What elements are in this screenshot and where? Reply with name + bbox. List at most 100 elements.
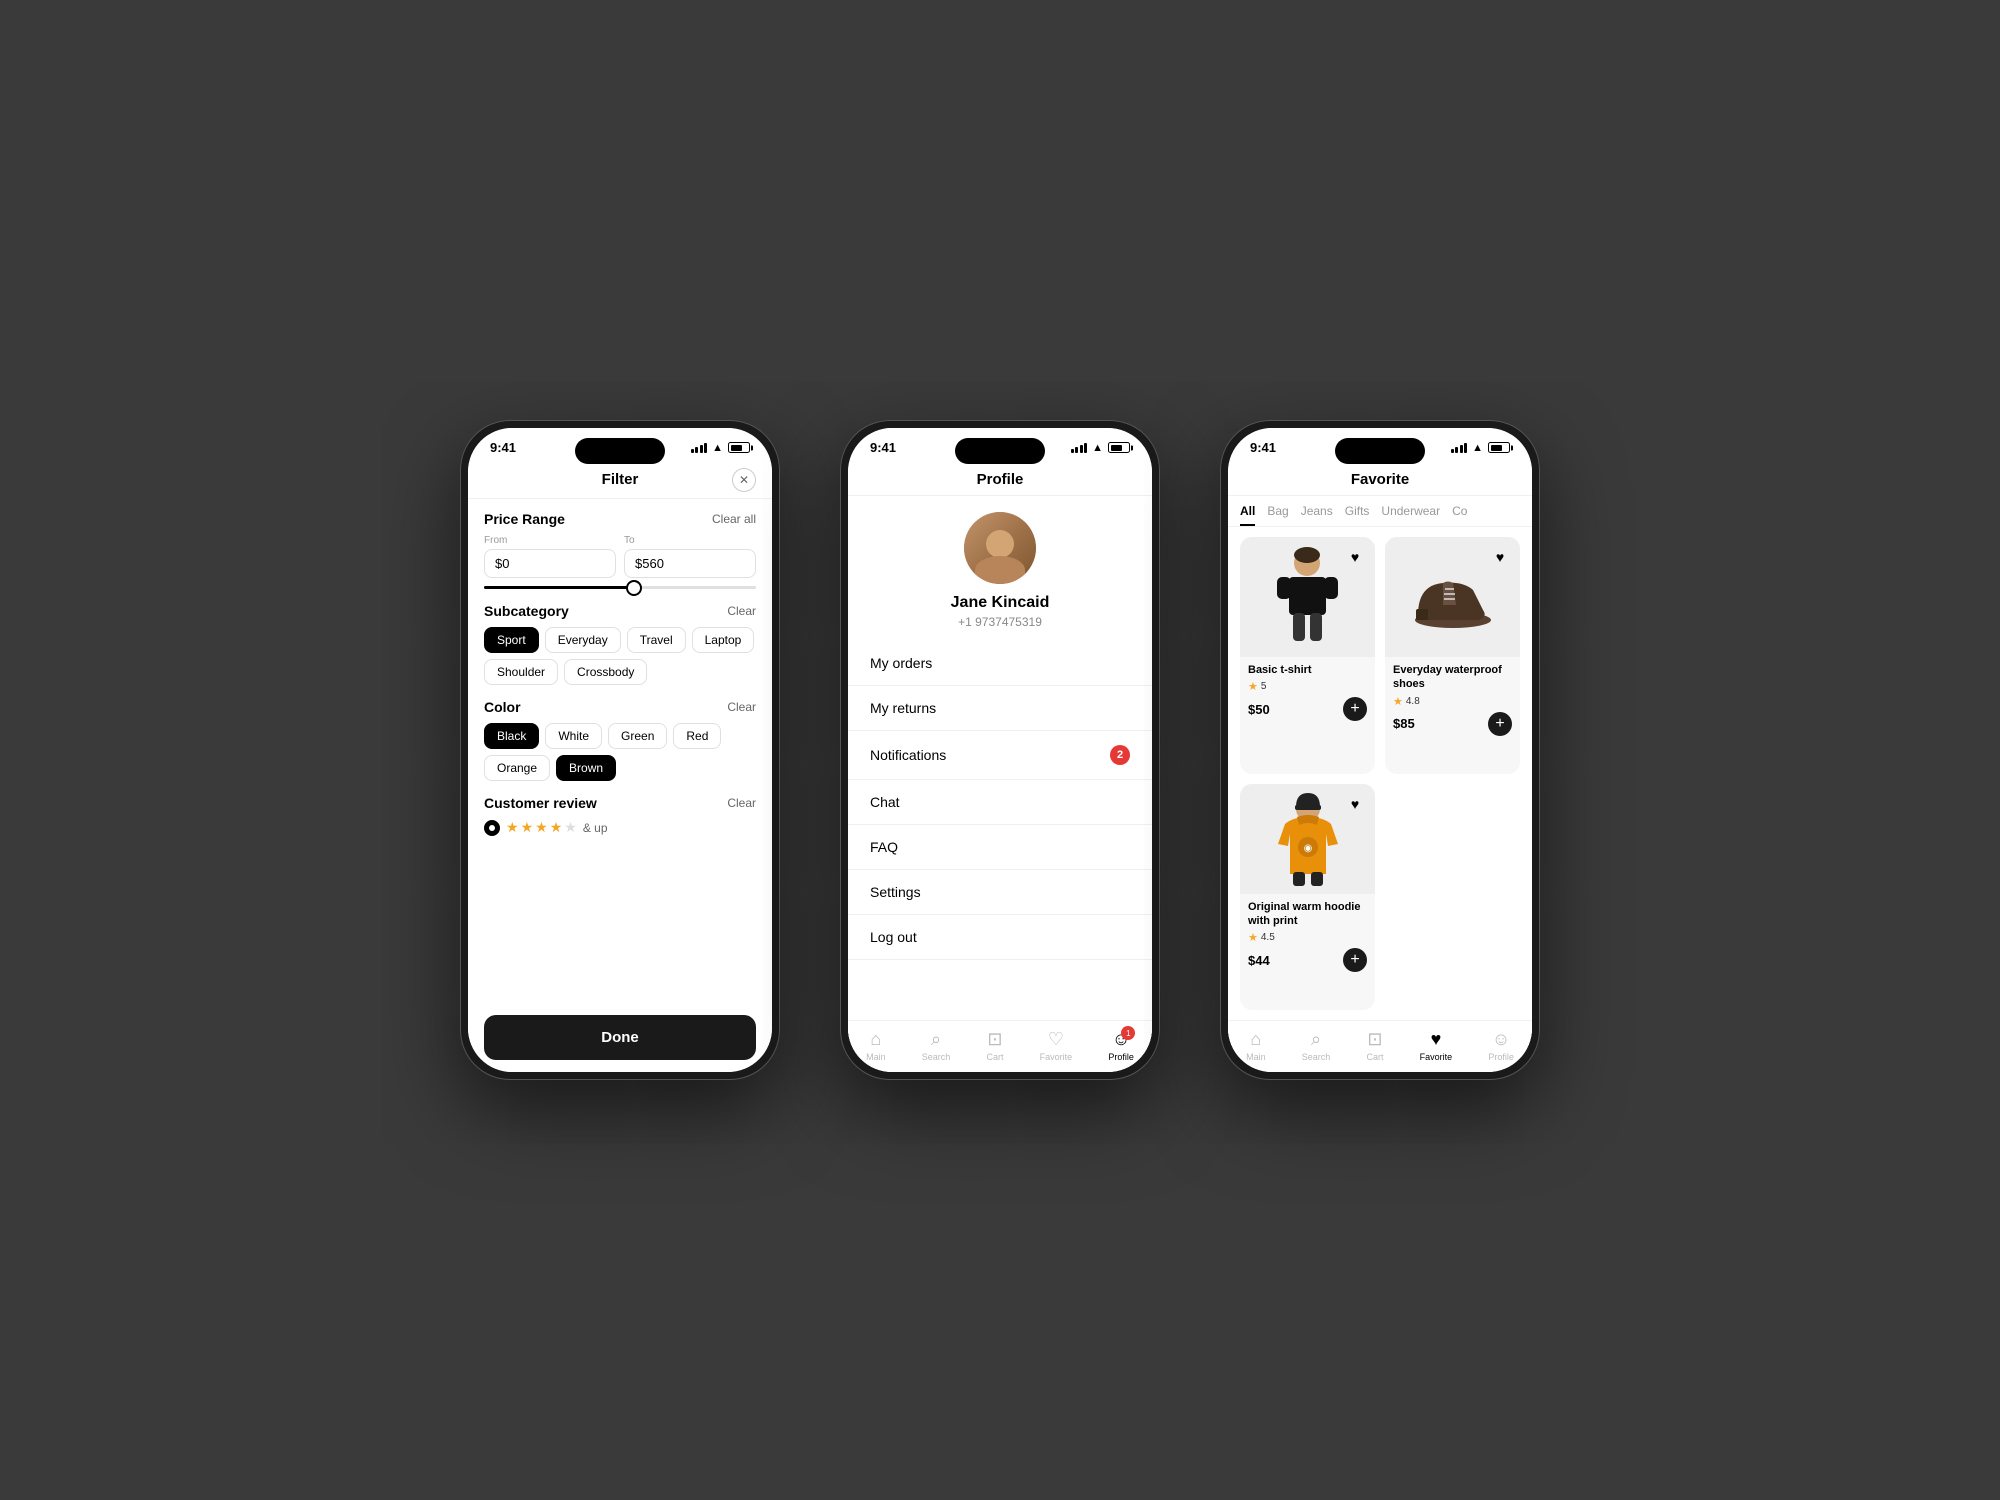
filter-close-button[interactable]: ✕ (732, 468, 756, 492)
status-time-2: 9:41 (870, 440, 896, 455)
add-button-hoodie[interactable]: + (1343, 948, 1367, 972)
subcategory-title: Subcategory (484, 603, 569, 619)
dynamic-island (575, 438, 665, 464)
nav-label-search-3: Search (1302, 1052, 1331, 1062)
tag-laptop[interactable]: Laptop (692, 627, 755, 653)
menu-item-logout[interactable]: Log out (848, 915, 1152, 960)
status-time-3: 9:41 (1250, 440, 1276, 455)
tag-crossbody[interactable]: Crossbody (564, 659, 647, 685)
tab-co[interactable]: Co (1452, 504, 1467, 526)
menu-item-faq[interactable]: FAQ (848, 825, 1152, 870)
heart-button-hoodie[interactable]: ♥ (1343, 792, 1367, 816)
heart-button-shoes[interactable]: ♥ (1488, 545, 1512, 569)
color-section: Color Clear Black White Green Red Orange… (484, 699, 756, 781)
profile-header: Profile (848, 461, 1152, 496)
nav-search-2[interactable]: ⌕ Search (922, 1029, 951, 1062)
tag-green[interactable]: Green (608, 723, 667, 749)
product-name-shoes: Everyday waterproof shoes (1393, 663, 1512, 692)
add-button-shoes[interactable]: + (1488, 712, 1512, 736)
price-to-label: To (624, 535, 756, 546)
tab-bag[interactable]: Bag (1267, 504, 1288, 526)
nav-favorite-3[interactable]: ♥ Favorite (1420, 1029, 1453, 1062)
price-from-input[interactable] (484, 549, 616, 578)
subcategory-clear[interactable]: Clear (727, 604, 756, 618)
battery-icon-3 (1488, 442, 1510, 453)
customer-review-header: Customer review Clear (484, 795, 756, 811)
price-range-section: Price Range Clear all From To (484, 511, 756, 589)
status-icons-2: ▲ (1071, 442, 1130, 454)
color-clear[interactable]: Clear (727, 700, 756, 714)
nav-cart-2[interactable]: ⊡ Cart (986, 1029, 1003, 1062)
product-name-tshirt: Basic t-shirt (1248, 663, 1367, 677)
tag-brown[interactable]: Brown (556, 755, 616, 781)
menu-item-chat[interactable]: Chat (848, 780, 1152, 825)
and-up-text: & up (583, 821, 608, 835)
tab-gifts[interactable]: Gifts (1345, 504, 1370, 526)
nav-label-profile-2: Profile (1108, 1052, 1134, 1062)
review-radio[interactable] (484, 820, 500, 836)
price-clear-all[interactable]: Clear all (712, 512, 756, 526)
tag-orange[interactable]: Orange (484, 755, 550, 781)
battery-icon-1 (728, 442, 750, 453)
menu-item-notifications[interactable]: Notifications 2 (848, 731, 1152, 780)
cart-icon-2: ⊡ (987, 1029, 1002, 1050)
menu-item-orders[interactable]: My orders (848, 641, 1152, 686)
tag-shoulder[interactable]: Shoulder (484, 659, 558, 685)
cart-icon-3: ⊡ (1367, 1029, 1382, 1050)
tag-sport[interactable]: Sport (484, 627, 539, 653)
nav-profile-3[interactable]: ☺ Profile (1488, 1029, 1514, 1062)
price-inputs: From To (484, 535, 756, 578)
menu-label-chat: Chat (870, 794, 900, 810)
nav-main-2[interactable]: ⌂ Main (866, 1029, 886, 1062)
heart-button-tshirt[interactable]: ♥ (1343, 545, 1367, 569)
rating-value-hoodie: 4.5 (1261, 932, 1275, 943)
search-icon-2: ⌕ (931, 1029, 941, 1050)
price-slider[interactable] (484, 586, 756, 589)
profile-menu: My orders My returns Notifications 2 Cha… (848, 641, 1152, 1020)
bottom-nav-2: ⌂ Main ⌕ Search ⊡ Cart ♡ Favorite ☺ (848, 1020, 1152, 1072)
price-to-group: To (624, 535, 756, 578)
nav-main-3[interactable]: ⌂ Main (1246, 1029, 1266, 1062)
tag-red[interactable]: Red (673, 723, 721, 749)
favorite-screen: Favorite All Bag Jeans Gifts Underwear C… (1228, 461, 1532, 1072)
nav-search-3[interactable]: ⌕ Search (1302, 1029, 1331, 1062)
star-1: ★ (506, 819, 519, 836)
heart-icon-2: ♡ (1048, 1029, 1064, 1050)
done-button[interactable]: Done (484, 1015, 756, 1060)
status-icons-1: ▲ (691, 442, 750, 454)
nav-cart-3[interactable]: ⊡ Cart (1366, 1029, 1383, 1062)
dynamic-island-3 (1335, 438, 1425, 464)
subcategory-tags: Sport Everyday Travel Laptop Shoulder Cr… (484, 627, 756, 685)
filter-title: Filter (602, 471, 639, 488)
tab-underwear[interactable]: Underwear (1381, 504, 1440, 526)
nav-profile-2[interactable]: ☺ 1 Profile (1108, 1029, 1134, 1062)
tag-everyday[interactable]: Everyday (545, 627, 621, 653)
status-time-1: 9:41 (490, 440, 516, 455)
product-info-tshirt: Basic t-shirt ★ 5 $50 + (1240, 657, 1375, 729)
add-button-tshirt[interactable]: + (1343, 697, 1367, 721)
rating-value-shoes: 4.8 (1406, 696, 1420, 707)
menu-label-settings: Settings (870, 884, 921, 900)
nav-label-main-3: Main (1246, 1052, 1266, 1062)
customer-review-title: Customer review (484, 795, 597, 811)
nav-favorite-2[interactable]: ♡ Favorite (1040, 1029, 1073, 1062)
nav-label-profile-3: Profile (1488, 1052, 1514, 1062)
menu-item-settings[interactable]: Settings (848, 870, 1152, 915)
profile-nav-badge: 1 (1121, 1026, 1135, 1040)
menu-item-returns[interactable]: My returns (848, 686, 1152, 731)
favorite-grid: ♥ (1228, 527, 1532, 1020)
tab-jeans[interactable]: Jeans (1301, 504, 1333, 526)
menu-label-orders: My orders (870, 655, 932, 671)
star-5: ★ (564, 819, 577, 836)
tag-white[interactable]: White (545, 723, 602, 749)
tag-black[interactable]: Black (484, 723, 539, 749)
customer-review-clear[interactable]: Clear (727, 796, 756, 810)
tab-all[interactable]: All (1240, 504, 1255, 526)
profile-phone: +1 9737475319 (958, 615, 1042, 629)
price-to-input[interactable] (624, 549, 756, 578)
star-icon-2: ★ (1393, 695, 1403, 708)
menu-label-returns: My returns (870, 700, 936, 716)
tag-travel[interactable]: Travel (627, 627, 686, 653)
profile-header-title: Profile (977, 471, 1024, 488)
profile-screen: Profile Jane Kincaid +1 9737475319 My or… (848, 461, 1152, 1072)
